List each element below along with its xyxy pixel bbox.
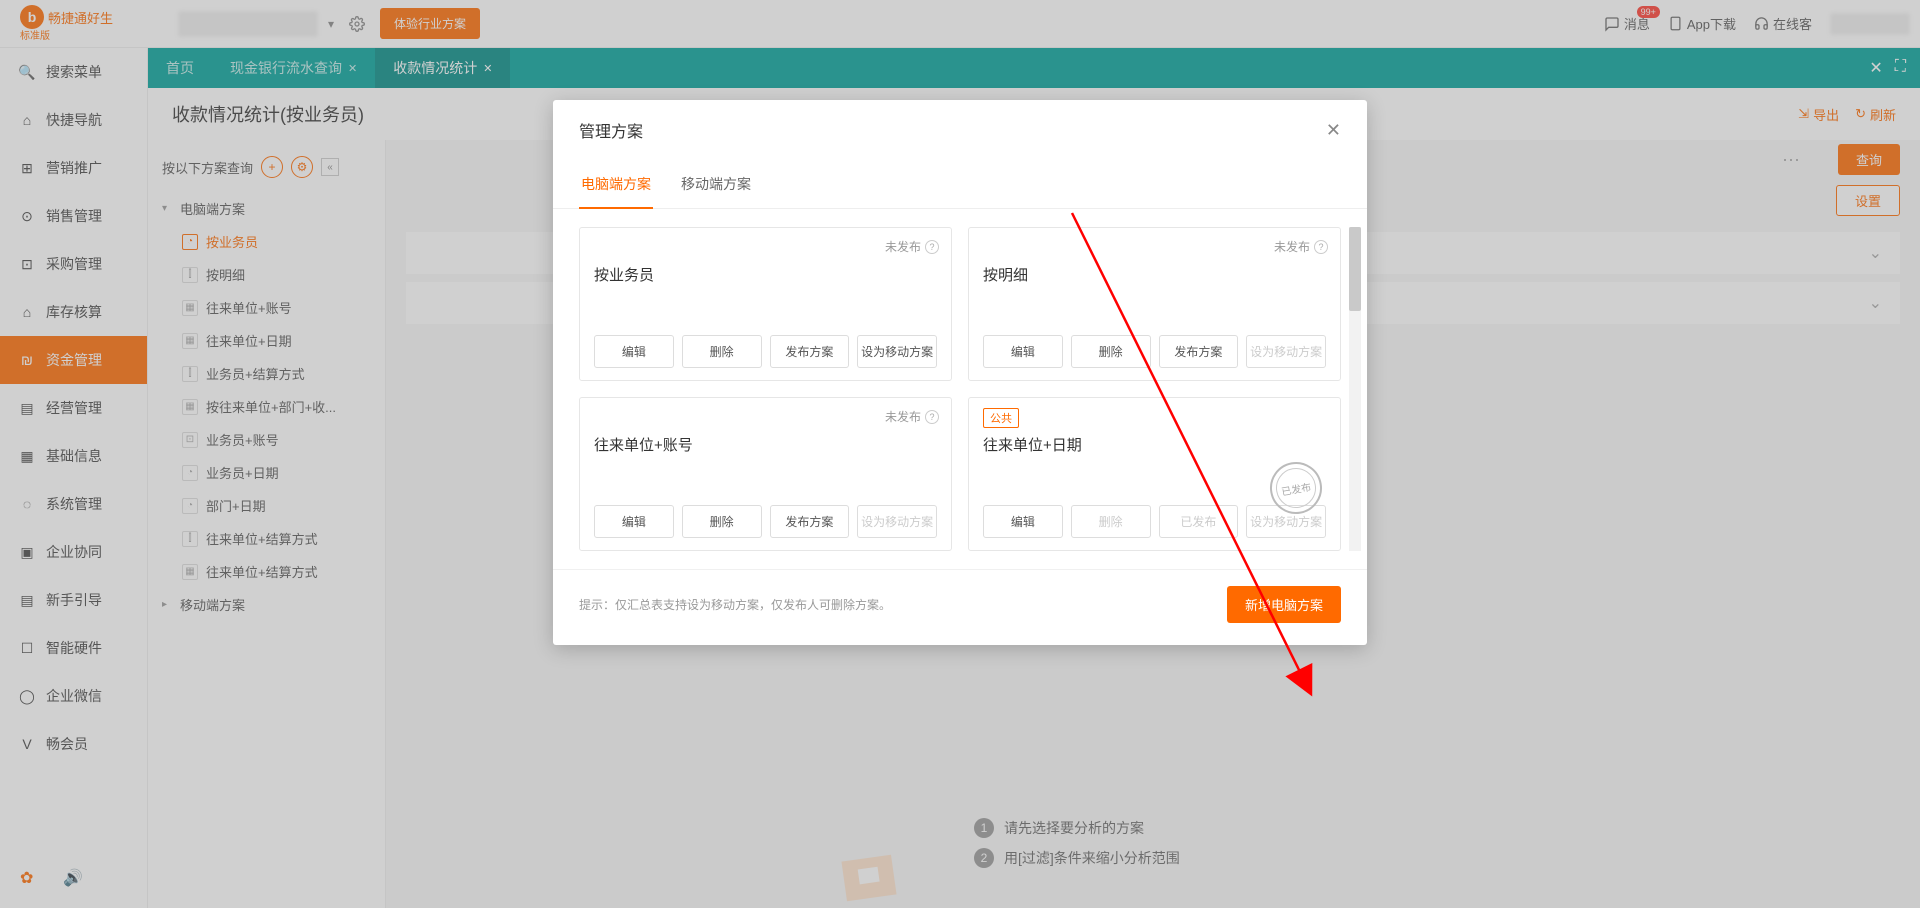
card-title: 按业务员 [594, 264, 937, 285]
set-mobile-button: 设为移动方案 [1246, 335, 1326, 368]
set-mobile-button[interactable]: 设为移动方案 [857, 335, 937, 368]
card-status: 未发布? [885, 408, 939, 425]
modal-body: 未发布? 按业务员 编辑 删除 发布方案 设为移动方案 未发布? 按明细 编辑 … [553, 209, 1367, 569]
set-mobile-button: 设为移动方案 [857, 505, 937, 538]
help-icon[interactable]: ? [925, 410, 939, 424]
card-status: 未发布? [1274, 238, 1328, 255]
modal-tab-mobile[interactable]: 移动端方案 [679, 166, 753, 208]
delete-button[interactable]: 删除 [682, 335, 762, 368]
plan-card: 未发布? 往来单位+账号 编辑 删除 发布方案 设为移动方案 [579, 397, 952, 551]
modal-close-button[interactable]: ✕ [1326, 120, 1341, 141]
delete-button: 删除 [1071, 505, 1151, 538]
publish-button[interactable]: 发布方案 [770, 335, 850, 368]
scrollbar-thumb[interactable] [1349, 227, 1361, 311]
footer-hint: 提示：仅汇总表支持设为移动方案，仅发布人可删除方案。 [579, 596, 891, 613]
modal-tabs: 电脑端方案 移动端方案 [553, 160, 1367, 209]
modal-footer: 提示：仅汇总表支持设为移动方案，仅发布人可删除方案。 新增电脑方案 [553, 569, 1367, 645]
edit-button[interactable]: 编辑 [983, 335, 1063, 368]
public-badge: 公共 [983, 408, 1019, 428]
edit-button[interactable]: 编辑 [594, 505, 674, 538]
add-pc-plan-button[interactable]: 新增电脑方案 [1227, 586, 1341, 623]
help-icon[interactable]: ? [1314, 240, 1328, 254]
card-title: 往来单位+账号 [594, 434, 937, 455]
delete-button[interactable]: 删除 [682, 505, 762, 538]
publish-button[interactable]: 发布方案 [770, 505, 850, 538]
modal-header: 管理方案 ✕ [553, 100, 1367, 160]
published-button: 已发布 [1159, 505, 1239, 538]
plan-card: 未发布? 按业务员 编辑 删除 发布方案 设为移动方案 [579, 227, 952, 381]
manage-plan-modal: 管理方案 ✕ 电脑端方案 移动端方案 未发布? 按业务员 编辑 删除 发布方案 … [553, 100, 1367, 645]
card-title: 按明细 [983, 264, 1326, 285]
modal-tab-pc[interactable]: 电脑端方案 [579, 166, 653, 209]
modal-title: 管理方案 [579, 118, 643, 142]
plan-card: 公共 往来单位+日期 已发布 编辑 删除 已发布 设为移动方案 [968, 397, 1341, 551]
publish-button[interactable]: 发布方案 [1159, 335, 1239, 368]
delete-button[interactable]: 删除 [1071, 335, 1151, 368]
plan-card: 未发布? 按明细 编辑 删除 发布方案 设为移动方案 [968, 227, 1341, 381]
edit-button[interactable]: 编辑 [983, 505, 1063, 538]
help-icon[interactable]: ? [925, 240, 939, 254]
card-title: 往来单位+日期 [983, 434, 1326, 455]
edit-button[interactable]: 编辑 [594, 335, 674, 368]
card-status: 未发布? [885, 238, 939, 255]
